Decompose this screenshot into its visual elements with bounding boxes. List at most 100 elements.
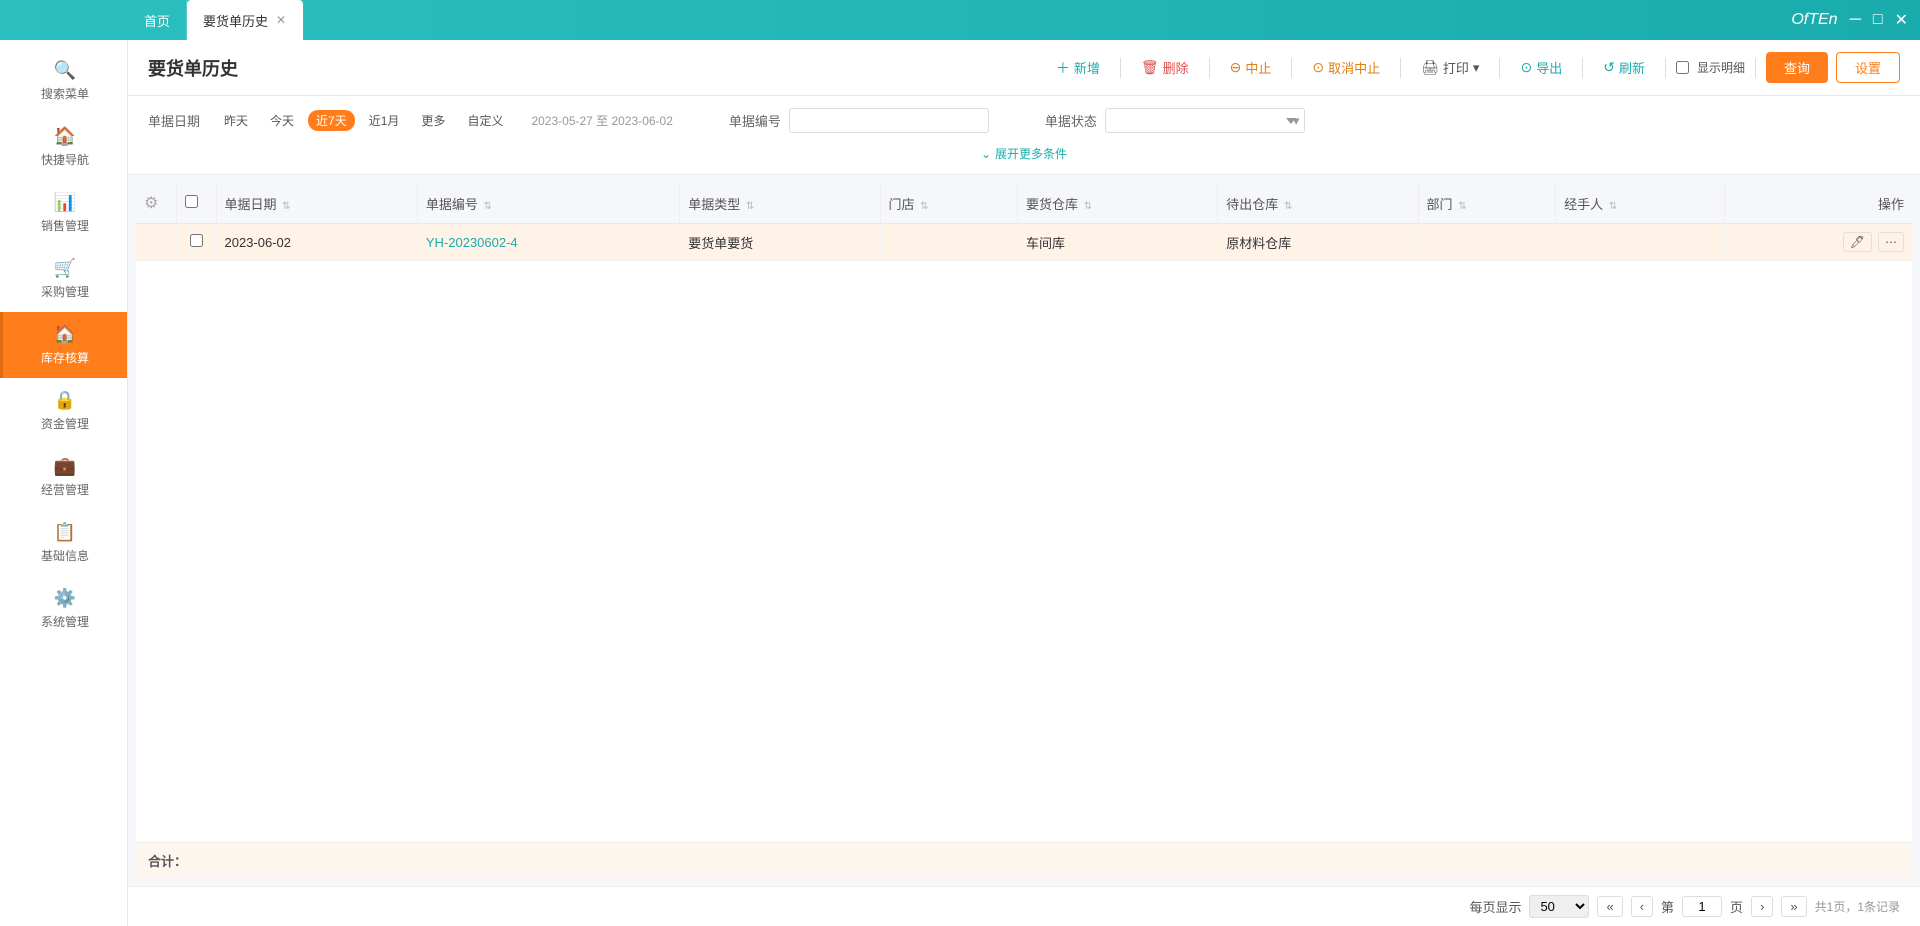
close-tab-icon[interactable]: ✕ [276, 13, 286, 27]
date-today[interactable]: 今天 [262, 110, 302, 131]
th-actions-label: 操作 [1878, 197, 1904, 212]
new-icon: ＋ [1056, 58, 1070, 78]
th-pending-warehouse-label: 待出仓库 [1226, 197, 1278, 212]
export-icon: ⊙ [1520, 59, 1532, 76]
th-date-label: 单据日期 [225, 197, 277, 212]
row-more-button[interactable]: ⋯ [1878, 232, 1904, 252]
main-content: 要货单历史 ＋ 新增 🗑 删除 ⊖ 中止 ⊙ [128, 40, 1920, 926]
refresh-label: 刷新 [1619, 58, 1645, 77]
th-handler: 经手人 ⇅ [1556, 183, 1725, 224]
sidebar-item-sales-mgmt[interactable]: 📊 销售管理 [0, 180, 127, 246]
settings-button[interactable]: 设置 [1836, 52, 1900, 83]
table-head: ⚙ 单据日期 ⇅ 单据编号 ⇅ [136, 183, 1912, 224]
new-button[interactable]: ＋ 新增 [1046, 53, 1110, 83]
page-size-select[interactable]: 10 20 50 100 [1529, 895, 1589, 918]
expand-label: 展开更多条件 [995, 145, 1067, 162]
page-suffix: 页 [1730, 897, 1743, 916]
sales-icon: 📊 [54, 192, 76, 213]
print-button[interactable]: 🖨 打印 ▾ [1411, 53, 1489, 82]
show-detail-checkbox[interactable] [1676, 61, 1689, 74]
filter-row-1: 单据日期 昨天 今天 近7天 近1月 更多 自定义 2023-05-27 至 2… [148, 108, 1900, 133]
date-custom[interactable]: 自定义 [459, 110, 511, 131]
purchase-icon: 🛒 [54, 258, 76, 279]
sidebar-item-basic-info[interactable]: 📋 基础信息 [0, 510, 127, 576]
sort-date-icon: ⇅ [282, 201, 290, 212]
print-label: 打印 [1443, 58, 1469, 77]
cancel-stop-icon: ⊙ [1312, 59, 1324, 76]
export-label: 导出 [1536, 58, 1562, 77]
query-button[interactable]: 查询 [1766, 52, 1828, 83]
cell-handler [1556, 224, 1725, 261]
cell-number: YH-20230602-4 [417, 224, 679, 261]
row-checkbox[interactable] [190, 234, 203, 247]
date-1month[interactable]: 近1月 [361, 110, 408, 131]
sidebar-item-quick-nav[interactable]: 🏠 快捷导航 [0, 114, 127, 180]
date-filter-label: 单据日期 [148, 111, 200, 130]
delete-label: 删除 [1163, 58, 1189, 77]
print-dropdown-icon: ▾ [1473, 60, 1480, 76]
divider-8 [1755, 58, 1756, 78]
sort-handler-icon: ⇅ [1609, 201, 1617, 212]
th-handler-label: 经手人 [1564, 197, 1603, 212]
th-settings: ⚙ [136, 183, 176, 224]
show-detail-toggle[interactable]: 显示明细 [1676, 59, 1745, 76]
cell-pending-warehouse: 原材料仓库 [1218, 224, 1418, 261]
window-close-icon[interactable]: ✕ [1895, 10, 1908, 30]
page-input[interactable] [1682, 896, 1722, 917]
th-type-label: 单据类型 [688, 197, 740, 212]
next-page-button[interactable]: › [1751, 896, 1773, 917]
select-all-checkbox[interactable] [185, 195, 198, 208]
date-7days[interactable]: 近7天 [308, 110, 355, 131]
stop-button[interactable]: ⊖ 中止 [1220, 53, 1282, 82]
search-menu-icon: 🔍 [54, 60, 76, 81]
tab-home-label: 首页 [144, 11, 170, 30]
th-number: 单据编号 ⇅ [417, 183, 679, 224]
sidebar-item-quick-nav-label: 快捷导航 [41, 151, 89, 168]
date-yesterday[interactable]: 昨天 [216, 110, 256, 131]
data-table: ⚙ 单据日期 ⇅ 单据编号 ⇅ [136, 183, 1912, 261]
date-more[interactable]: 更多 [413, 110, 453, 131]
export-button[interactable]: ⊙ 导出 [1510, 53, 1572, 82]
cancel-stop-button[interactable]: ⊙ 取消中止 [1302, 53, 1390, 82]
sidebar-item-system-mgmt[interactable]: ⚙️ 系统管理 [0, 576, 127, 642]
page-size-label: 每页显示 [1469, 897, 1521, 916]
prev-page-button[interactable]: ‹ [1631, 896, 1653, 917]
th-number-label: 单据编号 [426, 197, 478, 212]
last-page-button[interactable]: » [1781, 896, 1806, 917]
sidebar-item-purchase-mgmt[interactable]: 🛒 采购管理 [0, 246, 127, 312]
quick-nav-icon: 🏠 [54, 126, 76, 147]
sidebar-item-system-label: 系统管理 [41, 613, 89, 630]
sidebar-item-finance-mgmt[interactable]: 🔒 资金管理 [0, 378, 127, 444]
row-edit-button[interactable]: 🖊 [1843, 232, 1872, 252]
cancel-stop-label: 取消中止 [1328, 58, 1380, 77]
window-minimize-icon[interactable]: ─ [1850, 11, 1861, 29]
th-pending-warehouse: 待出仓库 ⇅ [1218, 183, 1418, 224]
refresh-button[interactable]: ↺ 刷新 [1593, 53, 1655, 82]
delete-button[interactable]: 🗑 删除 [1131, 53, 1199, 82]
new-label: 新增 [1074, 58, 1100, 77]
tab-requisition-history[interactable]: 要货单历史 ✕ [187, 0, 303, 40]
status-select[interactable] [1105, 108, 1305, 133]
top-bar: 首页 要货单历史 ✕ OfTEn ─ □ ✕ [0, 0, 1920, 40]
cell-department [1418, 224, 1556, 261]
refresh-icon: ↺ [1603, 59, 1615, 76]
first-page-button[interactable]: « [1597, 896, 1622, 917]
window-maximize-icon[interactable]: □ [1873, 11, 1883, 29]
sidebar-item-search-menu[interactable]: 🔍 搜索菜单 [0, 48, 127, 114]
cell-store [880, 224, 1018, 261]
table-footer: 合计： [136, 842, 1912, 878]
basic-info-icon: 📋 [54, 522, 76, 543]
table-header-row: ⚙ 单据日期 ⇅ 单据编号 ⇅ [136, 183, 1912, 224]
tab-requisition-label: 要货单历史 [203, 11, 268, 30]
system-icon: ⚙️ [54, 588, 76, 609]
doc-number-link[interactable]: YH-20230602-4 [426, 235, 518, 250]
expand-more-button[interactable]: ⌄ 展开更多条件 [148, 141, 1900, 170]
tab-home[interactable]: 首页 [128, 0, 187, 40]
table-settings-button[interactable]: ⚙ [144, 193, 158, 213]
th-department: 部门 ⇅ [1418, 183, 1556, 224]
sidebar-item-ops-mgmt[interactable]: 💼 经营管理 [0, 444, 127, 510]
th-req-warehouse: 要货仓库 ⇅ [1018, 183, 1218, 224]
sidebar-item-basic-label: 基础信息 [41, 547, 89, 564]
sidebar-item-inventory-calc[interactable]: 🏠 库存核算 [0, 312, 127, 378]
doc-number-input[interactable] [789, 108, 989, 133]
